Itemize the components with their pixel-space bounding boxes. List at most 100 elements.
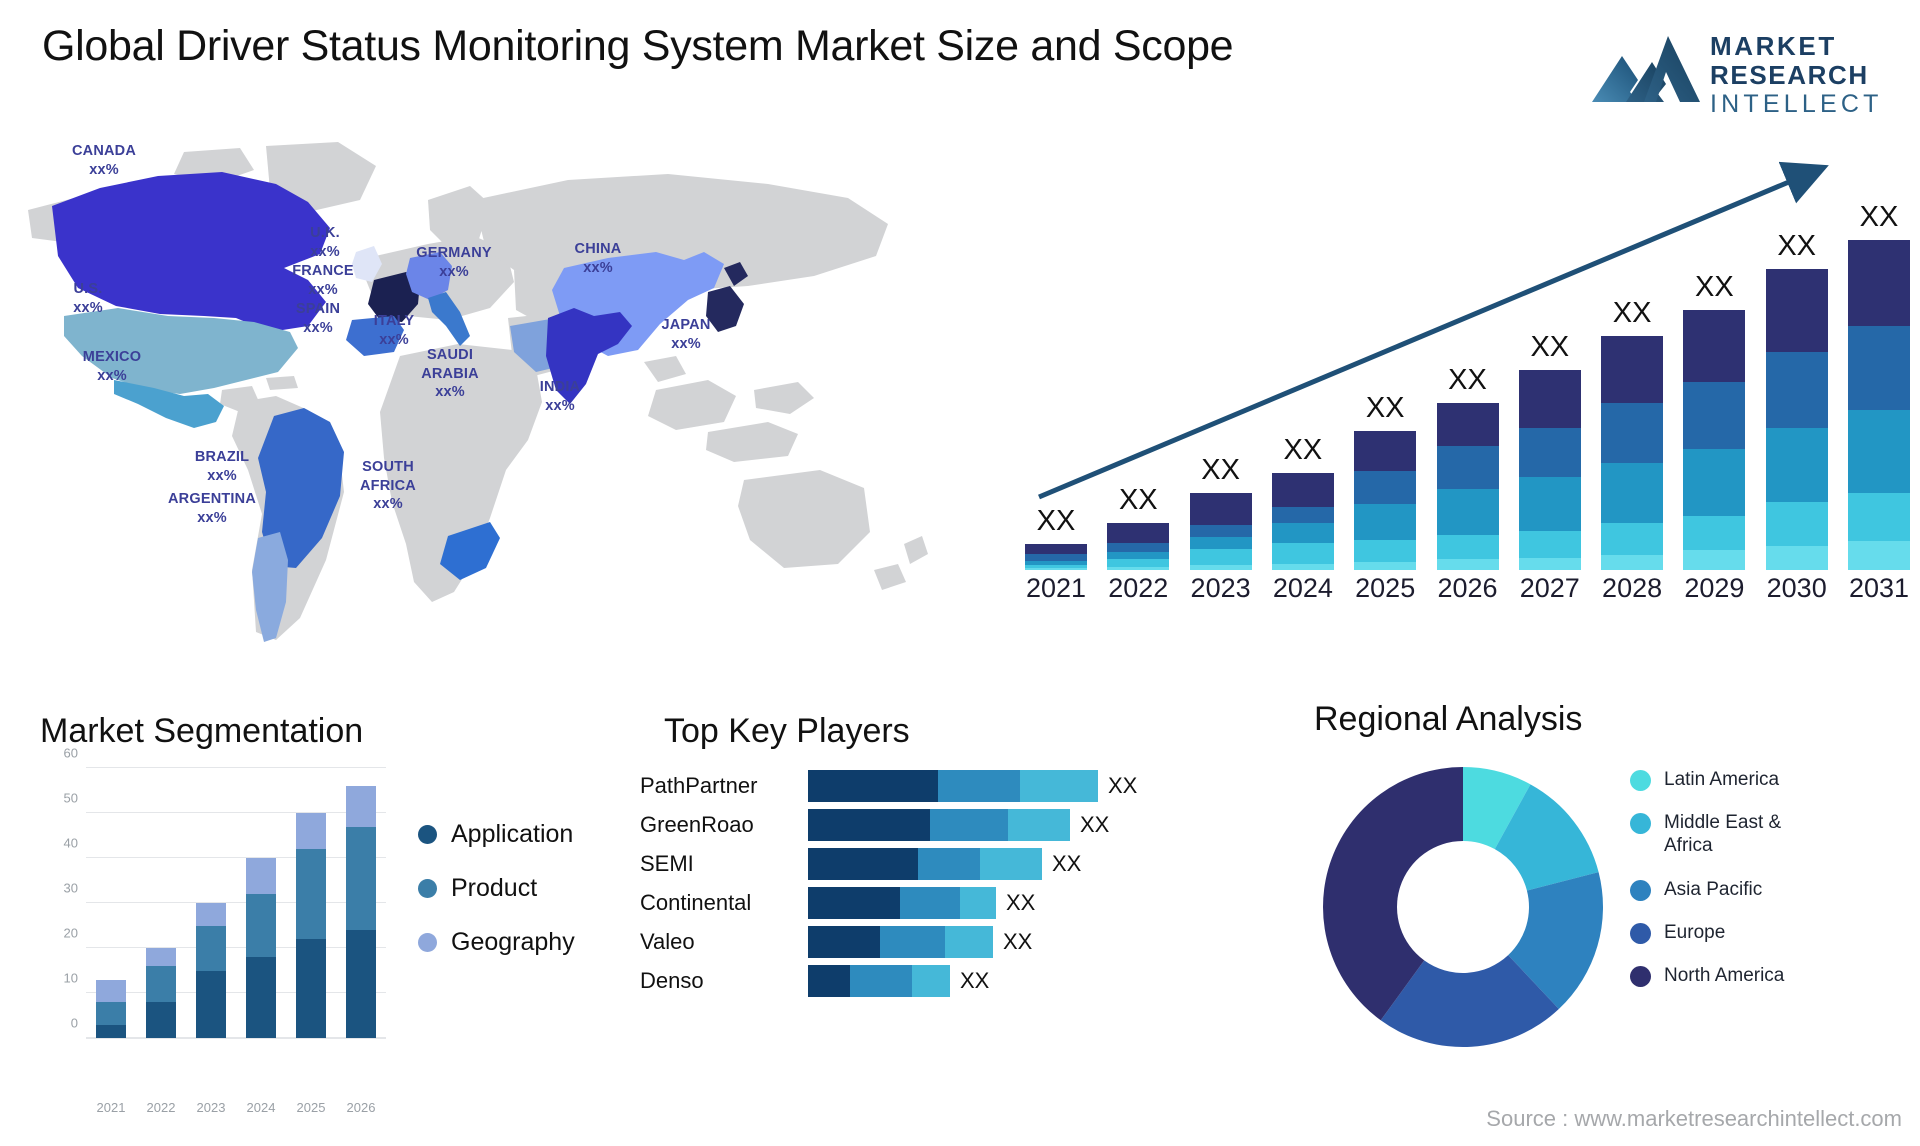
forecast-bar-segment — [1601, 554, 1664, 570]
forecast-bar-segment — [1848, 541, 1910, 570]
forecast-year-label: 2030 — [1766, 573, 1827, 603]
segmentation-bar-segment — [346, 930, 376, 1038]
brand-logo: MARKET RESEARCH INTELLECT — [1592, 20, 1892, 118]
forecast-year-label: 2023 — [1190, 573, 1251, 603]
forecast-year-label: 2029 — [1684, 573, 1745, 603]
segmentation-y-tick: 20 — [63, 925, 78, 941]
segmentation-bar — [246, 858, 276, 1038]
map-label-uk: U.K. xx% — [310, 225, 340, 260]
segmentation-bar-segment — [296, 849, 326, 939]
forecast-year-label: 2021 — [1025, 573, 1087, 603]
forecast-bar-segment — [1436, 446, 1499, 489]
key-player-bar-segment — [960, 887, 996, 919]
legend-item-product: Product — [418, 874, 628, 903]
segmentation-y-tick: 40 — [63, 835, 78, 851]
forecast-bar-segment — [1354, 539, 1417, 563]
forecast-bar-segment — [1765, 545, 1828, 570]
forecast-year-label: 2031 — [1848, 573, 1910, 603]
forecast-bar — [1354, 430, 1417, 570]
forecast-bar — [1601, 336, 1664, 570]
forecast-bar-segment — [1518, 530, 1581, 558]
key-player-bar — [808, 965, 950, 997]
forecast-bar — [1271, 472, 1334, 570]
key-players-rows: PathPartner XX GreenRoao XX SEMI XX Continenta… — [640, 770, 1137, 1100]
legend-dot-icon — [1630, 965, 1651, 987]
segmentation-x-label: 2024 — [246, 1100, 276, 1115]
forecast-bar — [1518, 369, 1581, 570]
forecast-bar — [1848, 240, 1910, 570]
forecast-bar-segment — [1683, 310, 1746, 382]
segmentation-bar-segment — [96, 1024, 126, 1038]
forecast-bar-segment — [1107, 542, 1170, 552]
segmentation-y-tick: 30 — [63, 880, 78, 896]
segmentation-bar-segment — [296, 939, 326, 1038]
forecast-bar-segment — [1683, 381, 1746, 450]
forecast-year-label: 2027 — [1519, 573, 1580, 603]
forecast-bar-segment — [1601, 463, 1664, 524]
key-player-bar-segment — [980, 848, 1042, 880]
forecast-bar-segment — [1354, 470, 1417, 504]
segmentation-y-tick: 60 — [63, 745, 78, 761]
forecast-bar — [1025, 543, 1087, 570]
forecast-bar-value-label: XX — [1201, 454, 1240, 487]
forecast-year-label: 2026 — [1437, 573, 1498, 603]
forecast-bar-segment — [1354, 503, 1417, 540]
map-label-india: INDIA xx% — [539, 379, 581, 414]
key-player-bar — [808, 770, 1098, 802]
map-label-germany: GERMANY xx% — [416, 245, 492, 280]
forecast-bar-segment — [1107, 559, 1170, 567]
key-player-bar-segment — [1020, 770, 1098, 802]
logo-line-intellect: INTELLECT — [1710, 90, 1883, 119]
legend-dot-icon — [1630, 922, 1651, 944]
forecast-bar-segment — [1189, 565, 1252, 570]
legend-dot-icon — [1630, 770, 1651, 791]
key-player-bar-segment — [1008, 809, 1070, 841]
key-player-bar-segment — [808, 965, 850, 997]
forecast-bars: XX XX XX XX XX XX XX XX XX XX XX — [1025, 145, 1910, 570]
map-label-saudi-arabia: SAUDI ARABIA xx% — [421, 347, 479, 401]
forecast-bar-segment — [1518, 369, 1581, 429]
segmentation-x-label: 2026 — [346, 1100, 376, 1115]
key-player-bar-segment — [808, 848, 918, 880]
key-player-bar-segment — [938, 770, 1020, 802]
forecast-bar-segment — [1848, 325, 1910, 411]
forecast-bar-segment — [1025, 554, 1087, 561]
world-map-svg — [28, 142, 928, 642]
logo-wordmark: MARKET RESEARCH INTELLECT — [1710, 31, 1900, 120]
segmentation-y-tick: 50 — [63, 790, 78, 806]
regional-legend-item: Middle East & Africa — [1630, 811, 1900, 857]
key-player-bar-segment — [808, 770, 938, 802]
forecast-bar-segment — [1189, 536, 1252, 549]
forecast-bar-segment — [1765, 268, 1828, 352]
logo-line-market: MARKET — [1710, 31, 1837, 61]
segmentation-bar — [196, 903, 226, 1038]
segmentation-bar-segment — [246, 957, 276, 1038]
map-label-japan: JAPAN xx% — [661, 317, 711, 352]
key-player-name: PathPartner — [640, 773, 758, 798]
forecast-bar-value-label: XX — [1118, 484, 1158, 517]
regional-legend-label: Europe — [1664, 921, 1726, 943]
segmentation-bar-segment — [296, 813, 326, 849]
map-label-us: U.S. xx% — [73, 281, 103, 316]
map-label-brazil: BRAZIL xx% — [194, 449, 250, 484]
forecast-bar-segment — [1848, 410, 1910, 494]
forecast-bar-segment — [1189, 548, 1252, 566]
forecast-bar-value-label: XX — [1365, 391, 1405, 424]
segmentation-bar-segment — [96, 979, 126, 1002]
regional-analysis-title: Regional Analysis — [1314, 700, 1583, 738]
key-player-name: Continental — [640, 890, 752, 915]
forecast-bar-segment — [1025, 568, 1087, 570]
key-player-bar-segment — [912, 965, 950, 997]
forecast-bar-segment — [1107, 566, 1170, 570]
top-key-players-title: Top Key Players — [664, 712, 910, 750]
regional-analysis-section: Regional Analysis Latin America Middle Ea… — [1300, 700, 1910, 1130]
key-player-bar-segment — [900, 887, 960, 919]
forecast-bar-segment — [1271, 472, 1334, 507]
forecast-year-label: 2022 — [1108, 573, 1169, 603]
regional-legend-label: Asia Pacific — [1664, 878, 1763, 900]
forecast-bar-segment — [1025, 543, 1087, 555]
forecast-bar-segment — [1601, 402, 1664, 464]
segmentation-bar — [96, 979, 126, 1038]
forecast-bar-segment — [1765, 428, 1828, 503]
key-player-value-label: XX — [1080, 812, 1110, 837]
